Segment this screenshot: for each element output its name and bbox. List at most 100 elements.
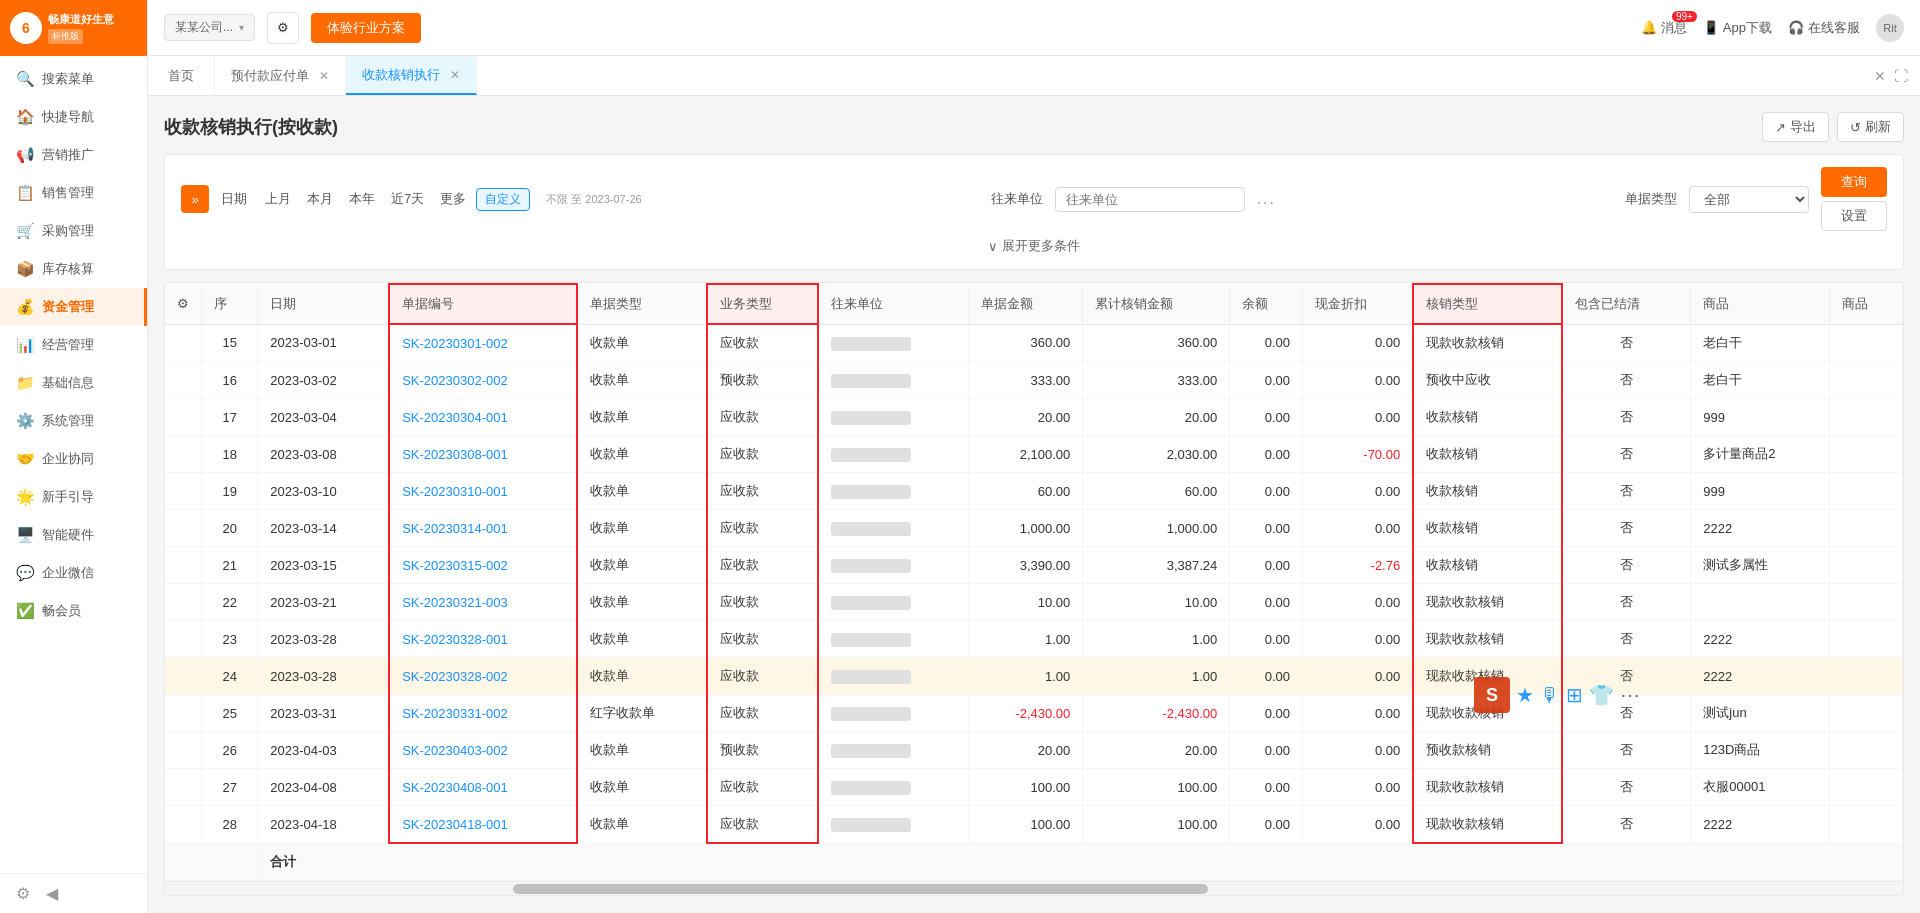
date-btn-more[interactable]: 更多: [434, 188, 472, 211]
footer-empty: [165, 843, 258, 881]
doc-no-link[interactable]: SK-20230408-001: [402, 780, 508, 795]
wm-star-icon[interactable]: ★: [1516, 683, 1534, 707]
doc-no-link[interactable]: SK-20230304-001: [402, 410, 508, 425]
sidebar-item-finance[interactable]: 💰资金管理: [0, 288, 147, 326]
sidebar-item-operation[interactable]: 📊经营管理: [0, 326, 147, 364]
td-checkbox: [165, 362, 202, 399]
td-doc-type: 收款单: [577, 806, 707, 844]
header-settings-btn[interactable]: ⚙: [267, 12, 299, 44]
td-goods2: [1830, 806, 1903, 844]
td-goods2: [1830, 732, 1903, 769]
sidebar-item-member[interactable]: ✅畅会员: [0, 592, 147, 630]
doc-no-link[interactable]: SK-20230331-002: [402, 706, 508, 721]
logo-abbr: 6: [22, 20, 30, 36]
scrollbar-thumb[interactable]: [513, 884, 1208, 894]
sidebar-item-inventory[interactable]: 📦库存核算: [0, 250, 147, 288]
td-seq: 21: [202, 547, 258, 584]
sidebar-item-sales[interactable]: 📋销售管理: [0, 174, 147, 212]
td-goods: [1691, 584, 1830, 621]
doc-no-link[interactable]: SK-20230328-002: [402, 669, 508, 684]
td-partner: [818, 621, 969, 658]
collapse-icon[interactable]: ◀: [46, 884, 58, 903]
td-goods: 老白干: [1691, 324, 1830, 362]
date-btn-7days[interactable]: 近7天: [385, 188, 430, 211]
sidebar-item-basic[interactable]: 📁基础信息: [0, 364, 147, 402]
sidebar-menu: 🔍搜索菜单🏠快捷导航📢营销推广📋销售管理🛒采购管理📦库存核算💰资金管理📊经营管理…: [0, 56, 147, 873]
message-badge: 99+: [1672, 11, 1697, 22]
doc-no-link[interactable]: SK-20230302-002: [402, 373, 508, 388]
td-balance: 0.00: [1230, 547, 1303, 584]
date-btn-this-year[interactable]: 本年: [343, 188, 381, 211]
tab-prepay-close[interactable]: ✕: [319, 69, 329, 83]
td-doc-no: SK-20230301-002: [389, 324, 577, 362]
td-doc-no: SK-20230308-001: [389, 436, 577, 473]
doc-no-link[interactable]: SK-20230308-001: [402, 447, 508, 462]
sidebar-item-quick[interactable]: 🏠快捷导航: [0, 98, 147, 136]
sidebar-item-guide[interactable]: 🌟新手引导: [0, 478, 147, 516]
doc-no-link[interactable]: SK-20230314-001: [402, 521, 508, 536]
doc-no-link[interactable]: SK-20230403-002: [402, 743, 508, 758]
td-balance: 0.00: [1230, 695, 1303, 732]
app-download-btn[interactable]: 📱 App下载: [1703, 19, 1772, 37]
doc-no-link[interactable]: SK-20230315-002: [402, 558, 508, 573]
td-cumulative: 20.00: [1083, 732, 1230, 769]
th-gear[interactable]: ⚙: [165, 284, 202, 324]
tab-maximize-icon[interactable]: ⛶: [1894, 68, 1908, 84]
doc-no-link[interactable]: SK-20230301-002: [402, 336, 508, 351]
td-cancel-type: 收款核销: [1413, 547, 1561, 584]
wm-shirt-icon[interactable]: 👕: [1589, 683, 1614, 707]
tab-receipt[interactable]: 收款核销执行 ✕: [346, 56, 477, 95]
td-doc-no: SK-20230408-001: [389, 769, 577, 806]
filter-toggle-icon: »: [191, 192, 198, 207]
partner-input[interactable]: [1055, 187, 1245, 212]
td-biz-type: 应收款: [707, 547, 818, 584]
date-btn-custom[interactable]: 自定义: [476, 188, 530, 211]
td-checkbox: [165, 695, 202, 732]
query-btn[interactable]: 查询: [1821, 167, 1887, 197]
sidebar-icon-quick: 🏠: [16, 108, 34, 126]
settings-bottom-icon[interactable]: ⚙: [16, 884, 30, 903]
messages-btn[interactable]: 🔔 消息 99+: [1641, 19, 1687, 37]
online-service-btn[interactable]: 🎧 在线客服: [1788, 19, 1860, 37]
table-row: 24 2023-03-28 SK-20230328-002 收款单 应收款 1.…: [165, 658, 1903, 695]
sidebar-icon-collab: 🤝: [16, 450, 34, 468]
sidebar-item-purchase[interactable]: 🛒采购管理: [0, 212, 147, 250]
tab-home[interactable]: 首页: [148, 56, 215, 95]
main-area: 某某公司... ▾ ⚙ 体验行业方案 🔔 消息 99+ 📱 App下载 🎧 在线…: [148, 0, 1920, 913]
sidebar-item-search[interactable]: 🔍搜索菜单: [0, 60, 147, 98]
sidebar-item-hardware[interactable]: 🖥️智能硬件: [0, 516, 147, 554]
tab-prepay[interactable]: 预付款应付单 ✕: [215, 56, 346, 95]
sidebar-item-wechat[interactable]: 💬企业微信: [0, 554, 147, 592]
refresh-btn[interactable]: ↺ 刷新: [1837, 112, 1904, 142]
sidebar-icon-purchase: 🛒: [16, 222, 34, 240]
industry-solution-btn[interactable]: 体验行业方案: [311, 13, 421, 43]
export-label: 导出: [1790, 118, 1816, 136]
sidebar-item-marketing[interactable]: 📢营销推广: [0, 136, 147, 174]
tab-receipt-close[interactable]: ✕: [450, 68, 460, 82]
td-amount: 1.00: [969, 658, 1083, 695]
doc-no-link[interactable]: SK-20230321-003: [402, 595, 508, 610]
settings-filter-btn[interactable]: 设置: [1821, 201, 1887, 231]
expand-more-btn[interactable]: ∨ 展开更多条件: [181, 231, 1887, 257]
sidebar-item-system[interactable]: ⚙️系统管理: [0, 402, 147, 440]
company-selector[interactable]: 某某公司... ▾: [164, 14, 255, 41]
filter-toggle-btn[interactable]: »: [181, 185, 209, 213]
doc-no-link[interactable]: SK-20230310-001: [402, 484, 508, 499]
date-btn-this-month[interactable]: 本月: [301, 188, 339, 211]
sidebar-item-collab[interactable]: 🤝企业协同: [0, 440, 147, 478]
export-btn[interactable]: ↗ 导出: [1762, 112, 1829, 142]
tab-close-all-icon[interactable]: ✕: [1874, 68, 1886, 84]
td-balance: 0.00: [1230, 473, 1303, 510]
wm-mic-icon[interactable]: 🎙: [1540, 684, 1560, 707]
wm-more-icon[interactable]: ⋯: [1620, 683, 1640, 707]
horizontal-scrollbar[interactable]: [165, 881, 1903, 895]
td-discount: 0.00: [1303, 695, 1414, 732]
user-avatar[interactable]: Rit: [1876, 14, 1904, 42]
date-btn-last-month[interactable]: 上月: [259, 188, 297, 211]
doc-no-link[interactable]: SK-20230328-001: [402, 632, 508, 647]
td-doc-type: 收款单: [577, 584, 707, 621]
doc-type-select[interactable]: 全部 收款单 红字收款单: [1689, 186, 1809, 213]
wm-grid-icon[interactable]: ⊞: [1566, 683, 1583, 707]
doc-no-link[interactable]: SK-20230418-001: [402, 817, 508, 832]
td-goods2: [1830, 473, 1903, 510]
